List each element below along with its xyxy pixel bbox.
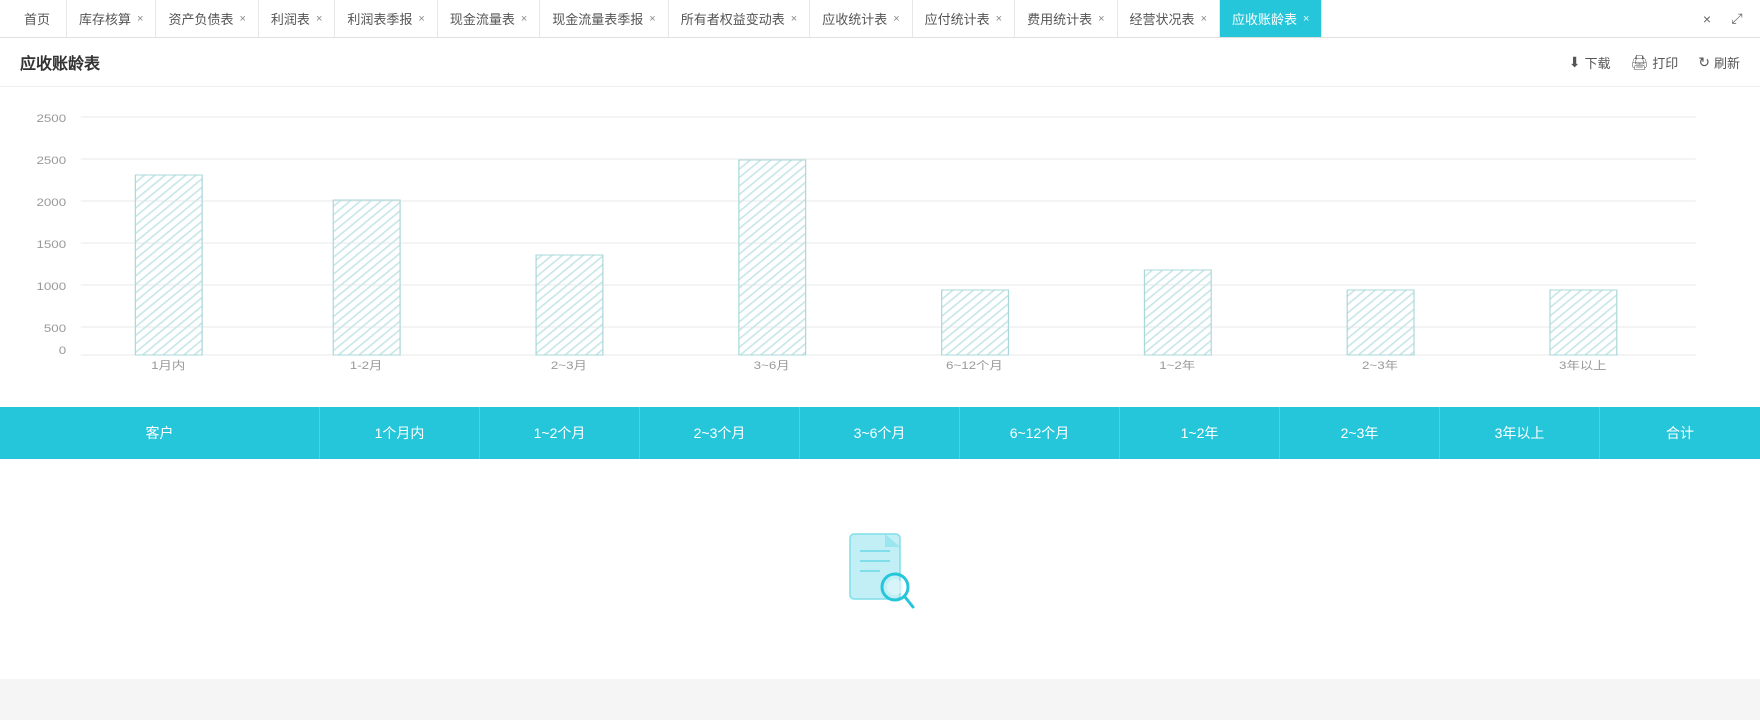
svg-text:0: 0 <box>59 344 67 357</box>
table-header-cell-2: 1~2个月 <box>480 407 640 459</box>
svg-text:3~6月: 3~6月 <box>754 359 790 372</box>
svg-text:1~2年: 1~2年 <box>1159 359 1195 372</box>
tab-close-operation[interactable]: × <box>1201 13 1207 25</box>
tab-scroll: 首页 库存核算×资产负债表×利润表×利润表季报×现金流量表×现金流量表季报×所有… <box>8 0 1696 38</box>
close-window-button[interactable]: × <box>1696 8 1718 30</box>
tab-expense[interactable]: 费用统计表 × <box>1015 0 1117 38</box>
tab-home[interactable]: 首页 <box>8 0 67 38</box>
tab-close-ar-aging[interactable]: × <box>1303 13 1309 25</box>
tab-balance[interactable]: 资产负债表 × <box>156 0 258 38</box>
svg-text:2500: 2500 <box>36 154 66 167</box>
svg-text:1500: 1500 <box>36 238 66 251</box>
svg-text:3年以上: 3年以上 <box>1559 359 1606 372</box>
tab-close-cashflow[interactable]: × <box>521 13 527 25</box>
page-header: 应收账龄表 ⬇ 下载 🖨 打印 ↻ 刷新 <box>0 38 1760 87</box>
svg-text:1-2月: 1-2月 <box>350 359 383 372</box>
tab-label-profit-quarterly: 利润表季报 <box>347 9 412 28</box>
tab-label-ar-aging: 应收账龄表 <box>1232 9 1297 28</box>
tab-close-profit[interactable]: × <box>316 13 322 25</box>
svg-text:500: 500 <box>44 322 66 335</box>
table-header-cell-1: 1个月内 <box>320 407 480 459</box>
tab-home-label: 首页 <box>24 9 50 28</box>
download-label: 下载 <box>1584 53 1610 72</box>
tab-label-balance: 资产负债表 <box>168 9 233 28</box>
tab-close-expense[interactable]: × <box>1098 13 1104 25</box>
chart-container: 2500 2500 2000 1500 1000 500 0 <box>20 107 1720 387</box>
tab-label-cashflow-quarterly: 现金流量表季报 <box>552 9 643 28</box>
page-title: 应收账龄表 <box>20 50 100 74</box>
tab-cashflow[interactable]: 现金流量表 × <box>438 0 540 38</box>
empty-state <box>0 459 1760 679</box>
header-actions: ⬇ 下载 🖨 打印 ↻ 刷新 <box>1569 53 1740 72</box>
svg-text:1月内: 1月内 <box>151 359 185 372</box>
maximize-window-button[interactable]: ⤢ <box>1726 8 1748 30</box>
table-header-cell-6: 1~2年 <box>1120 407 1280 459</box>
tab-ar-aging[interactable]: 应收账龄表 × <box>1220 0 1322 38</box>
table-header-cell-9: 合计 <box>1600 407 1760 459</box>
refresh-icon: ↻ <box>1698 54 1710 71</box>
table-header-cell-5: 6~12个月 <box>960 407 1120 459</box>
tab-ap-stat[interactable]: 应付统计表 × <box>913 0 1015 38</box>
print-icon: 🖨 <box>1630 54 1648 71</box>
tab-label-cashflow: 现金流量表 <box>450 9 515 28</box>
tab-inventory[interactable]: 库存核算 × <box>67 0 156 38</box>
tab-profit[interactable]: 利润表 × <box>259 0 335 38</box>
tab-bar: 首页 库存核算×资产负债表×利润表×利润表季报×现金流量表×现金流量表季报×所有… <box>0 0 1760 38</box>
refresh-button[interactable]: ↻ 刷新 <box>1698 53 1740 72</box>
tab-close-profit-quarterly[interactable]: × <box>418 13 424 25</box>
print-label: 打印 <box>1652 53 1678 72</box>
download-button[interactable]: ⬇ 下载 <box>1569 53 1611 72</box>
table-header-cell-7: 2~3年 <box>1280 407 1440 459</box>
tab-close-balance[interactable]: × <box>239 13 245 25</box>
print-button[interactable]: 🖨 打印 <box>1630 53 1678 72</box>
table-header: 客户1个月内1~2个月2~3个月3~6个月6~12个月1~2年2~3年3年以上合… <box>0 407 1760 459</box>
tab-label-ar-stat: 应收统计表 <box>822 9 887 28</box>
tab-label-inventory: 库存核算 <box>79 9 131 28</box>
tab-close-ap-stat[interactable]: × <box>996 13 1002 25</box>
window-controls: × ⤢ <box>1696 8 1752 30</box>
tab-label-expense: 费用统计表 <box>1027 9 1092 28</box>
chart-area: 2500 2500 2000 1500 1000 500 0 <box>0 87 1760 407</box>
tab-operation[interactable]: 经营状况表 × <box>1118 0 1220 38</box>
tab-close-cashflow-quarterly[interactable]: × <box>649 13 655 25</box>
tab-profit-quarterly[interactable]: 利润表季报 × <box>335 0 437 38</box>
table-header-cell-0: 客户 <box>0 407 320 459</box>
table-header-cell-4: 3~6个月 <box>800 407 960 459</box>
svg-text:2~3年: 2~3年 <box>1362 359 1398 372</box>
tab-ar-stat[interactable]: 应收统计表 × <box>810 0 912 38</box>
refresh-label: 刷新 <box>1714 53 1740 72</box>
svg-text:2000: 2000 <box>36 196 66 209</box>
tab-close-equity[interactable]: × <box>791 13 797 25</box>
tab-close-ar-stat[interactable]: × <box>893 13 899 25</box>
download-icon: ⬇ <box>1569 54 1581 71</box>
tab-equity[interactable]: 所有者权益变动表 × <box>669 0 810 38</box>
tab-cashflow-quarterly[interactable]: 现金流量表季报 × <box>540 0 668 38</box>
tab-label-equity: 所有者权益变动表 <box>681 9 785 28</box>
tab-label-operation: 经营状况表 <box>1130 9 1195 28</box>
empty-illustration <box>830 519 930 619</box>
svg-text:6~12个月: 6~12个月 <box>946 359 1003 372</box>
tab-label-profit: 利润表 <box>271 9 310 28</box>
tab-label-ap-stat: 应付统计表 <box>925 9 990 28</box>
main-content: 2500 2500 2000 1500 1000 500 0 <box>0 87 1760 679</box>
table-header-cell-3: 2~3个月 <box>640 407 800 459</box>
svg-text:2~3月: 2~3月 <box>551 359 587 372</box>
svg-text:2500: 2500 <box>36 112 66 125</box>
chart-svg: 2500 2500 2000 1500 1000 500 0 <box>20 107 1720 387</box>
table-header-cell-8: 3年以上 <box>1440 407 1600 459</box>
svg-text:1000: 1000 <box>36 280 66 293</box>
tab-close-inventory[interactable]: × <box>137 13 143 25</box>
